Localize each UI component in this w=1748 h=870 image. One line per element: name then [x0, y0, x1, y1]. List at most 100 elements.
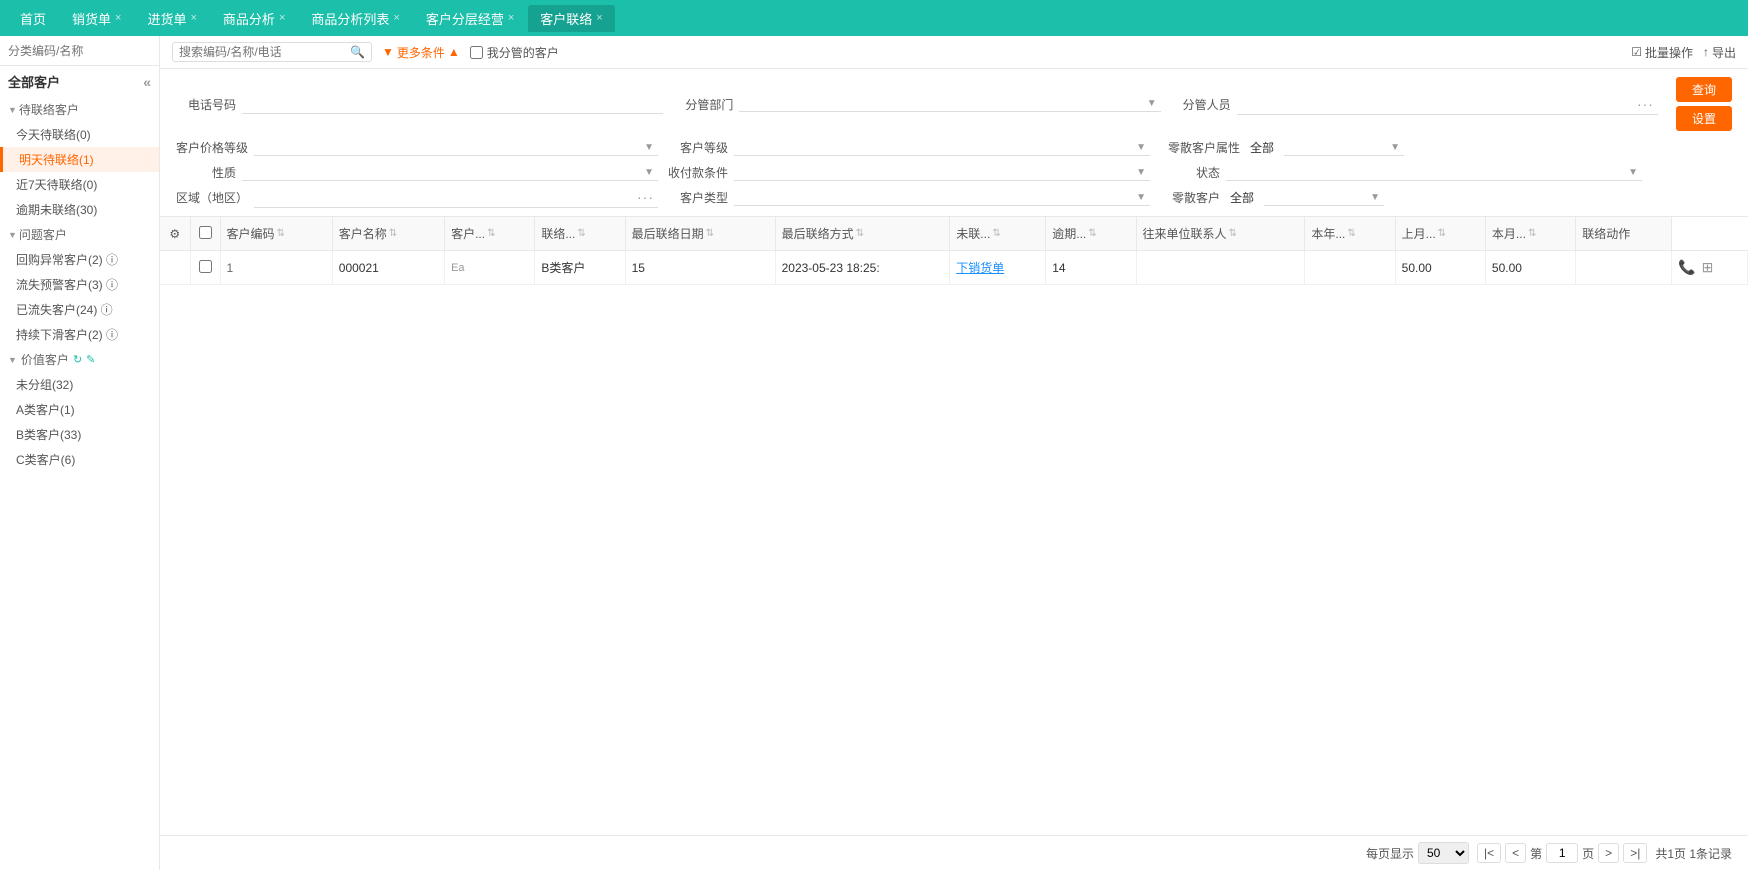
nav-customer-stratification-close[interactable]: ×	[508, 12, 514, 24]
row-checkbox	[190, 251, 220, 285]
region-select[interactable]: ···	[254, 187, 658, 208]
prev-page-btn[interactable]: <	[1505, 843, 1526, 863]
customer-level-select[interactable]: ▼	[734, 140, 1150, 156]
filter-bar: 🔍 ▼ 更多条件 ▲ 我分管的客户 ☑ 批量操作 ↑ 导出	[160, 36, 1748, 69]
dept-select[interactable]: ▼	[739, 96, 1160, 112]
sidebar-item-tomorrow[interactable]: 明天待联络(1)	[0, 147, 159, 172]
nav-product-analysis-close[interactable]: ×	[279, 12, 285, 24]
th-name: 客户名称 ⇅	[332, 217, 444, 251]
sort-last-month-icon[interactable]: ⇅	[1438, 228, 1446, 239]
filter-search-icon[interactable]: 🔍	[350, 45, 365, 59]
sort-last-method-icon[interactable]: ⇅	[856, 228, 864, 239]
status-label: 状态	[1160, 164, 1220, 181]
export-btn[interactable]: ↑ 导出	[1703, 44, 1736, 61]
retail-attr-arrow: ▼	[1390, 142, 1400, 153]
all-customers-title[interactable]: 全部客户 «	[0, 66, 159, 97]
sidebar-item-lost[interactable]: 已流失客户(24) ⓘ	[0, 297, 159, 322]
my-customers-checkbox[interactable]: 我分管的客户	[470, 44, 559, 61]
sort-not-contacted-icon[interactable]: ⇅	[992, 228, 1000, 239]
th-settings: ⚙	[160, 217, 190, 251]
nav-customer-contact-close[interactable]: ×	[596, 12, 602, 24]
sidebar-item-repurchase[interactable]: 回购异常客户(2) ⓘ	[0, 247, 159, 272]
retail-customer-prefix: 全部	[1226, 187, 1258, 208]
table-area: ⚙ 客户编码 ⇅ 客户名称	[160, 217, 1748, 835]
person-select[interactable]: ···	[1237, 94, 1658, 115]
status-select[interactable]: ▼	[1226, 165, 1642, 181]
sidebar-item-warning[interactable]: 流失预警客户(3) ⓘ	[0, 272, 159, 297]
nav-home[interactable]: 首页	[8, 5, 58, 32]
query-button[interactable]: 查询	[1676, 77, 1732, 102]
sort-type-icon[interactable]: ⇅	[487, 228, 495, 239]
settings-button[interactable]: 设置	[1676, 106, 1732, 131]
sidebar-item-class-a[interactable]: A类客户(1)	[0, 397, 159, 422]
sidebar-item-week7[interactable]: 近7天待联络(0)	[0, 172, 159, 197]
person-label: 分管人员	[1171, 96, 1231, 113]
nav-purchase-close[interactable]: ×	[190, 12, 196, 24]
sort-name-icon[interactable]: ⇅	[389, 228, 397, 239]
filter-row-2: 客户价格等级 ▼ 客户等级 ▼ 零散客户属性 全部	[176, 137, 1732, 158]
filter-status: 状态 ▼	[1160, 164, 1642, 181]
filter-region: 区域（地区） ···	[176, 187, 658, 208]
page-size-select[interactable]: 10 20 50 100	[1418, 842, 1469, 864]
nav-customer-contact[interactable]: 客户联络 ×	[528, 5, 614, 32]
advanced-filter-panel: 电话号码 分管部门 ▼ 分管人员 ···	[160, 69, 1748, 217]
next-page-btn[interactable]: >	[1598, 843, 1619, 863]
filter-search-box: 🔍	[172, 42, 372, 62]
nature-label: 性质	[176, 164, 236, 181]
action-grid-icon[interactable]: ⊞	[1702, 259, 1714, 276]
group-value-customers[interactable]: 价值客户 ↻ ✎	[0, 347, 159, 372]
customer-type-select[interactable]: ▼	[734, 190, 1150, 206]
nav-sales[interactable]: 销货单 ×	[60, 5, 133, 32]
filter-payment: 收付款条件 ▼	[668, 164, 1150, 181]
price-level-select[interactable]: ▼	[254, 140, 658, 156]
nav-product-analysis[interactable]: 商品分析 ×	[211, 5, 297, 32]
current-page-input[interactable]	[1546, 843, 1578, 863]
page-suffix: 页	[1582, 845, 1594, 862]
sidebar-item-class-c[interactable]: C类客户(6)	[0, 447, 159, 472]
contact-method-link[interactable]: 下销货单	[956, 261, 1004, 275]
phone-input[interactable]	[242, 95, 663, 114]
sort-contact-count-icon[interactable]: ⇅	[577, 228, 585, 239]
sidebar-item-class-b[interactable]: B类客户(33)	[0, 422, 159, 447]
sort-last-date-icon[interactable]: ⇅	[706, 228, 714, 239]
sort-this-month-icon[interactable]: ⇅	[1528, 228, 1536, 239]
group-pending-contact[interactable]: 待联络客户	[0, 97, 159, 122]
last-page-btn[interactable]: >|	[1623, 843, 1647, 863]
sort-code-icon[interactable]: ⇅	[277, 228, 285, 239]
nav-product-analysis-list[interactable]: 商品分析列表 ×	[299, 5, 411, 32]
retail-attr-select[interactable]: ▼	[1284, 140, 1404, 156]
my-customers-check[interactable]	[470, 46, 483, 59]
th-code: 客户编码 ⇅	[220, 217, 332, 251]
row-last-month: 50.00	[1485, 251, 1575, 285]
sidebar-item-declining[interactable]: 持续下滑客户(2) ⓘ	[0, 322, 159, 347]
action-phone-icon[interactable]: 📞	[1678, 259, 1695, 276]
nav-sales-close[interactable]: ×	[115, 12, 121, 24]
sidebar-item-today[interactable]: 今天待联络(0)	[0, 122, 159, 147]
payment-select[interactable]: ▼	[734, 165, 1150, 181]
nav-purchase[interactable]: 进货单 ×	[135, 5, 208, 32]
page-prefix: 第	[1530, 845, 1542, 862]
sort-this-year-icon[interactable]: ⇅	[1347, 228, 1355, 239]
settings-gear-icon[interactable]: ⚙	[169, 227, 180, 241]
sidebar-search-input[interactable]	[8, 44, 160, 58]
export-icon: ↑	[1703, 45, 1709, 59]
sidebar-item-overdue[interactable]: 逾期未联络(30)	[0, 197, 159, 222]
sort-company-contact-icon[interactable]: ⇅	[1229, 228, 1237, 239]
retail-attr-prefix: 全部	[1246, 137, 1278, 158]
retail-customer-select[interactable]: ▼	[1264, 190, 1384, 206]
filter-person: 分管人员 ···	[1171, 94, 1658, 115]
sidebar-item-ungrouped[interactable]: 未分组(32)	[0, 372, 159, 397]
nature-select[interactable]: ▼	[242, 165, 658, 181]
select-all-checkbox[interactable]	[199, 226, 212, 239]
group-problem-customers[interactable]: 问题客户	[0, 222, 159, 247]
nav-product-analysis-list-close[interactable]: ×	[393, 12, 399, 24]
table-row: 1 000021 Ea B类客户 15 2023-05-23 18:25: 下销…	[160, 251, 1748, 285]
filter-search-input[interactable]	[179, 45, 346, 59]
sort-overdue-icon[interactable]: ⇅	[1088, 228, 1096, 239]
first-page-btn[interactable]: |<	[1477, 843, 1501, 863]
batch-ops-btn[interactable]: ☑ 批量操作	[1631, 44, 1693, 61]
more-conditions-btn[interactable]: ▼ 更多条件 ▲	[382, 44, 460, 61]
nav-customer-stratification[interactable]: 客户分层经营 ×	[414, 5, 526, 32]
collapse-icon: «	[143, 74, 151, 90]
row-select-checkbox[interactable]	[199, 260, 212, 273]
